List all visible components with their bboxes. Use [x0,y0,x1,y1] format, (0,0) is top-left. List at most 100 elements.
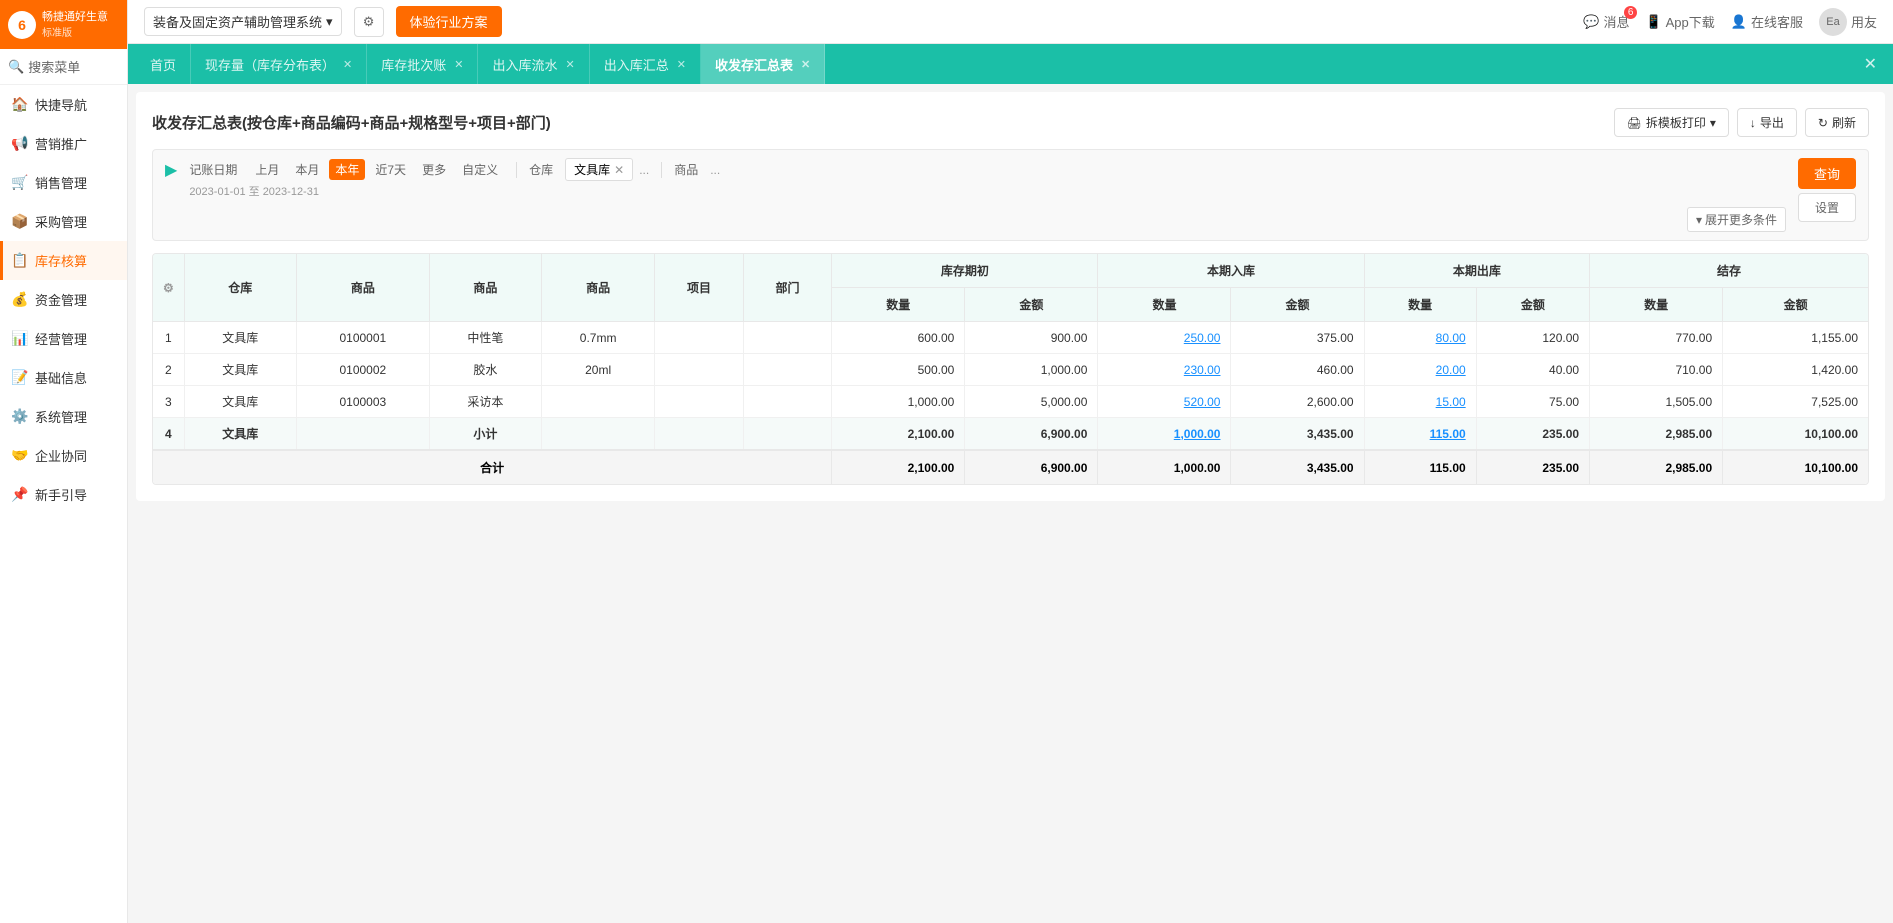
custom-btn[interactable]: 自定义 [456,159,504,180]
this-year-btn[interactable]: 本年 [329,159,365,180]
tab-stock-dist[interactable]: 现存量（库存分布表） ✕ [191,44,367,84]
tab-stock-summary[interactable]: 出入库汇总 ✕ [590,44,701,84]
cell-opening-qty: 600.00 [832,322,965,354]
warehouse-more[interactable]: ... [639,163,649,177]
cell-balance-qty: 2,985.00 [1590,418,1723,451]
tab-home[interactable]: 首页 [136,44,191,84]
th-group-in: 本期入库 [1098,254,1364,288]
cell-balance-qty: 1,505.00 [1590,386,1723,418]
online-service-button[interactable]: 👤 在线客服 [1731,12,1803,31]
tab-stock-flow-close[interactable]: ✕ [566,58,575,71]
filter-divider2 [661,162,662,178]
cell-in-qty[interactable]: 250.00 [1098,322,1231,354]
sidebar-item-label: 采购管理 [35,212,87,231]
export-button[interactable]: ↓ 导出 [1737,108,1797,137]
tab-bar-close-button[interactable]: ✕ [1856,54,1885,74]
sidebar-item-system[interactable]: ⚙️ 系统管理 [0,397,127,436]
tab-home-label: 首页 [150,55,176,74]
purchase-icon: 📦 [11,213,29,230]
expand-label: 展开更多条件 [1705,211,1777,228]
sidebar-item-sales[interactable]: 🛒 销售管理 [0,163,127,202]
warehouse-tag-remove[interactable]: ✕ [614,163,624,177]
sidebar-item-inventory[interactable]: 📋 库存核算 [0,241,127,280]
refresh-button[interactable]: ↻ 刷新 [1805,108,1869,137]
th-group-opening: 库存期初 [832,254,1098,288]
cell-no: 4 [153,418,184,451]
tab-io-summary[interactable]: 收发存汇总表 ✕ [701,44,825,84]
tab-stock-dist-close[interactable]: ✕ [343,58,352,71]
message-button[interactable]: 💬 消息 6 [1583,12,1629,31]
warehouse-tag[interactable]: 文具库 ✕ [565,158,633,181]
app-icon: 📱 [1645,14,1661,30]
cell-out-qty[interactable]: 20.00 [1364,354,1476,386]
last-month-btn[interactable]: 上月 [249,159,285,180]
cell-in-qty[interactable]: 1,000.00 [1098,418,1231,451]
filter-main-area: 记账日期 上月 本月 本年 近7天 更多 自定义 仓库 [189,158,1786,232]
cell-out-qty[interactable]: 15.00 [1364,386,1476,418]
cell-balance-amt: 1,420.00 [1723,354,1868,386]
main-content: 装备及固定资产辅助管理系统 ▾ ⚙ 体验行业方案 💬 消息 6 📱 App下载 … [128,0,1893,923]
th-in-qty: 数量 [1098,288,1231,322]
tab-batch-account[interactable]: 库存批次账 ✕ [367,44,478,84]
search-icon: 🔍 [8,59,24,75]
sidebar-item-basic-info[interactable]: 📝 基础信息 [0,358,127,397]
sidebar-item-search[interactable]: 🔍 搜索菜单 [0,49,127,85]
tab-stock-flow[interactable]: 出入库流水 ✕ [478,44,589,84]
sidebar-item-operation[interactable]: 📊 经营管理 [0,319,127,358]
this-month-btn[interactable]: 本月 [289,159,325,180]
tab-batch-account-label: 库存批次账 [381,55,446,74]
th-code: 商品 [296,254,429,322]
filter-expand-icon[interactable]: ▶ [165,160,177,180]
cell-out-qty[interactable]: 80.00 [1364,322,1476,354]
cell-warehouse: 文具库 [184,322,296,354]
th-group-balance: 结存 [1590,254,1868,288]
sidebar-item-guide[interactable]: 📌 新手引导 [0,475,127,514]
data-table-wrap: ⚙ 仓库 商品 商品 商品 项目 部门 库存期初 本期入库 本期出库 结存 [152,253,1869,485]
settings-button[interactable]: ⚙ [354,7,384,37]
cell-spec [541,386,654,418]
sidebar-item-quick-nav[interactable]: 🏠 快捷导航 [0,85,127,124]
logo-title: 畅捷通好生意 [42,10,108,24]
sidebar-item-enterprise[interactable]: 🤝 企业协同 [0,436,127,475]
th-opening-qty: 数量 [832,288,965,322]
cell-out-qty[interactable]: 115.00 [1364,418,1476,451]
settings-button-filter[interactable]: 设置 [1798,193,1856,222]
goods-more[interactable]: ... [710,163,720,177]
column-settings-icon[interactable]: ⚙ [163,281,174,295]
footer-label: 合计 [153,450,832,484]
tab-stock-summary-close[interactable]: ✕ [677,58,686,71]
tab-batch-account-close[interactable]: ✕ [454,58,463,71]
top-header: 装备及固定资产辅助管理系统 ▾ ⚙ 体验行业方案 💬 消息 6 📱 App下载 … [128,0,1893,44]
tab-bar: 首页 现存量（库存分布表） ✕ 库存批次账 ✕ 出入库流水 ✕ 出入库汇总 ✕ … [128,44,1893,84]
sidebar-item-finance[interactable]: 💰 资金管理 [0,280,127,319]
basic-info-icon: 📝 [11,369,29,386]
sidebar-item-label: 营销推广 [35,134,87,153]
tab-io-summary-close[interactable]: ✕ [801,58,810,71]
system-selector[interactable]: 装备及固定资产辅助管理系统 ▾ [144,7,342,36]
cell-project [655,386,743,418]
sidebar-item-label: 销售管理 [35,173,87,192]
cell-code: 0100002 [296,354,429,386]
refresh-label: 刷新 [1832,114,1856,131]
more-btn[interactable]: 更多 [416,159,452,180]
cell-in-amt: 2,600.00 [1231,386,1364,418]
user-area[interactable]: Ea 用友 [1819,8,1877,36]
logo-subtitle: 标准版 [42,24,108,39]
operation-icon: 📊 [11,330,29,347]
sidebar-item-marketing[interactable]: 📢 营销推广 [0,124,127,163]
print-button[interactable]: 🖨 拆模板打印 ▾ [1614,108,1729,137]
cell-in-qty[interactable]: 230.00 [1098,354,1231,386]
cell-in-qty[interactable]: 520.00 [1098,386,1231,418]
sidebar-item-purchase[interactable]: 📦 采购管理 [0,202,127,241]
expand-conditions-button[interactable]: ▾ 展开更多条件 [1687,207,1786,232]
cell-project [655,418,743,451]
th-balance-qty: 数量 [1590,288,1723,322]
tab-io-summary-label: 收发存汇总表 [715,55,793,74]
experience-button[interactable]: 体验行业方案 [396,6,502,37]
query-button[interactable]: 查询 [1798,158,1856,189]
app-download-button[interactable]: 📱 App下载 [1645,12,1714,31]
last-7-days-btn[interactable]: 近7天 [369,159,412,180]
cell-spec: 0.7mm [541,322,654,354]
app-download-label: App下载 [1666,12,1715,31]
tab-stock-summary-label: 出入库汇总 [604,55,669,74]
